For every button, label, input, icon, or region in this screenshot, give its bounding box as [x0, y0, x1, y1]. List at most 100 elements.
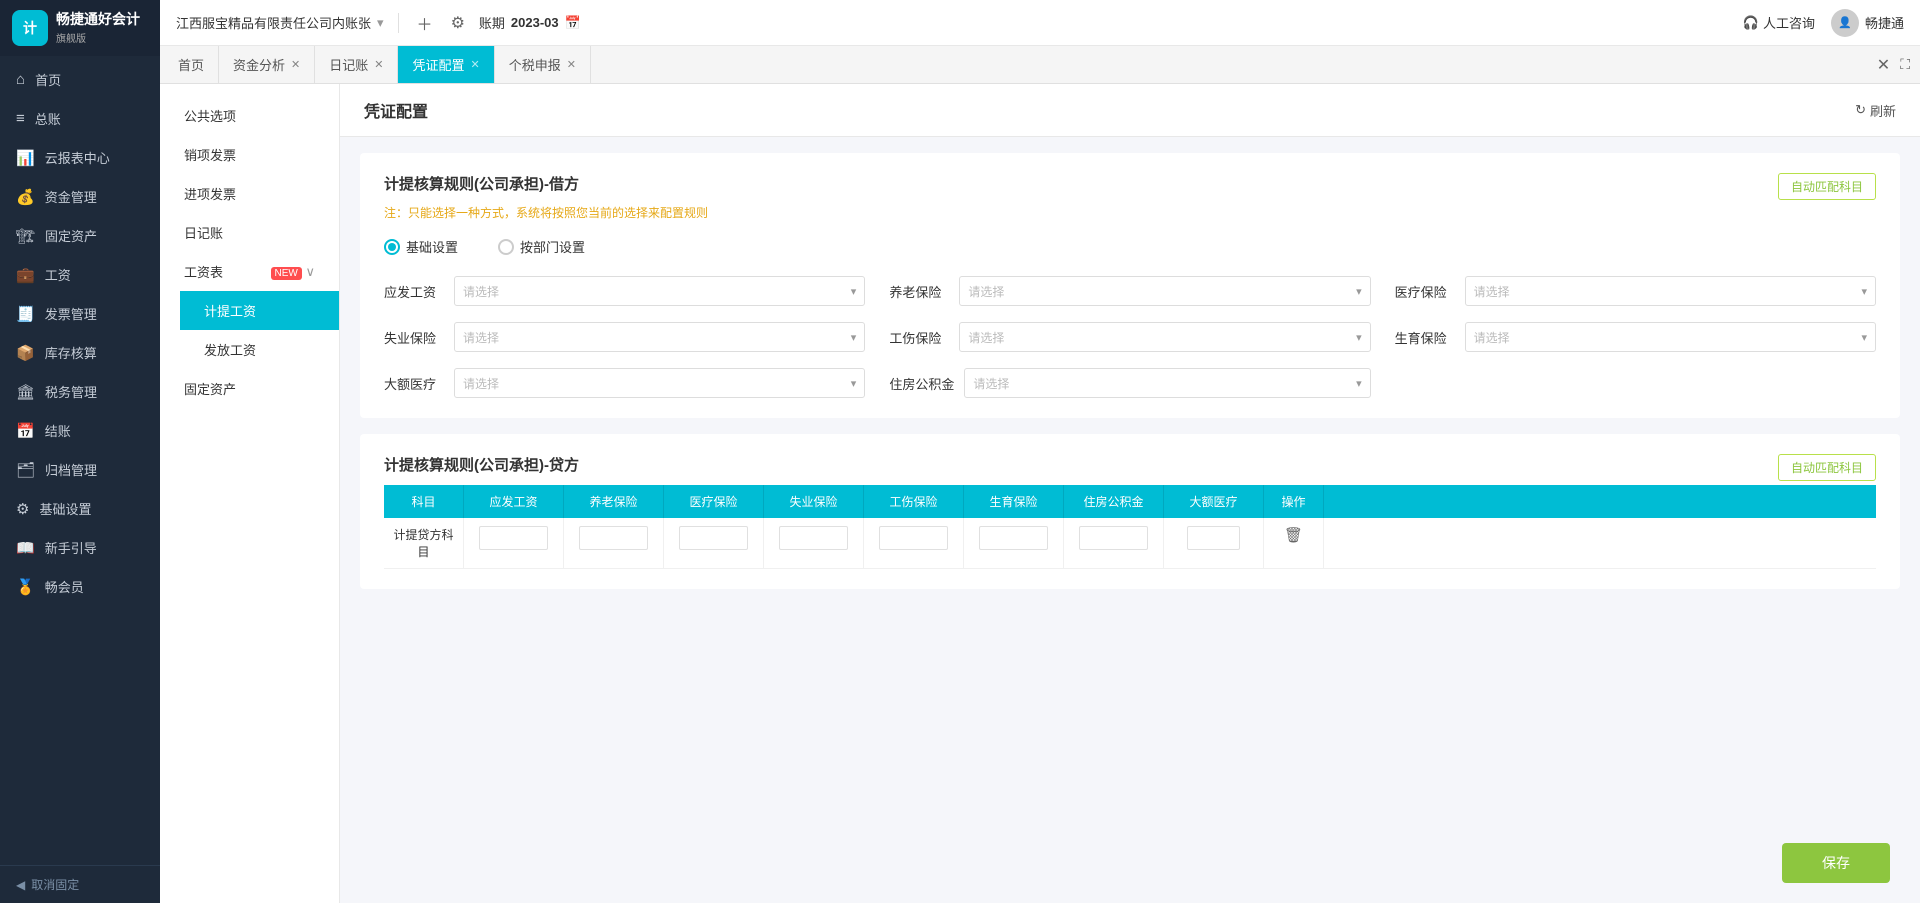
work-injury-placeholder: 请选择 [968, 329, 1004, 346]
user-name: 畅捷通 [1865, 13, 1904, 32]
tab-journal-close[interactable]: ✕ [374, 58, 383, 71]
major-medical-select[interactable]: 请选择 ▾ [454, 368, 865, 398]
radio-basic-settings[interactable]: 基础设置 [384, 237, 458, 256]
company-name: 江西服宝精品有限责任公司内账张 [176, 13, 371, 32]
calendar-icon[interactable]: 📅 [565, 15, 581, 31]
unemployment-label: 失业保险 [384, 328, 444, 347]
left-menu-item-payout[interactable]: 发放工资 [180, 330, 339, 369]
logo-icon: 计 [12, 10, 48, 46]
pension-label: 养老保险 [889, 282, 949, 301]
cell-housing-fund-input[interactable] [1079, 526, 1149, 550]
row-cell-housing-fund [1064, 518, 1164, 568]
row-cell-medical [664, 518, 764, 568]
tab-tax-report[interactable]: 个税申报 ✕ [495, 46, 591, 83]
left-menu-group-wage[interactable]: 工资表 NEW ∨ [160, 252, 339, 291]
tab-tax-report-close[interactable]: ✕ [567, 58, 576, 71]
sidebar-item-home[interactable]: ⌂ 首页 [0, 60, 160, 99]
cell-salary-input[interactable] [479, 526, 549, 550]
tab-voucher-config-close[interactable]: ✕ [471, 58, 480, 71]
left-menu-item-fixed-assets[interactable]: 固定资产 [160, 369, 339, 408]
company-selector[interactable]: 江西服宝精品有限责任公司内账张 ▾ [176, 13, 384, 32]
sidebar-item-fixed[interactable]: 🏗 固定资产 [0, 216, 160, 255]
debit-form-grid: 应发工资 请选择 ▾ 养老保险 请选择 ▾ 医疗 [384, 276, 1876, 398]
medical-arrow: ▾ [1861, 285, 1867, 298]
sidebar-item-archive[interactable]: 🗂 归档管理 [0, 450, 160, 489]
left-menu-item-public[interactable]: 公共选项 [160, 96, 339, 135]
tab-fund-analysis-close[interactable]: ✕ [291, 58, 300, 71]
sidebar-item-invoice[interactable]: 🧾 发票管理 [0, 294, 160, 333]
sidebar-nav: ⌂ 首页 ≡ 总账 📊 云报表中心 💰 资金管理 🏗 固定资产 💼 工资 🧾 发… [0, 56, 160, 865]
add-company-button[interactable]: ＋ [413, 7, 437, 39]
sidebar-item-guide[interactable]: 📖 新手引导 [0, 528, 160, 567]
cell-work-injury-input[interactable] [879, 526, 949, 550]
cancel-pin-label: 取消固定 [31, 876, 79, 893]
sidebar-item-member[interactable]: 🏅 畅会员 [0, 567, 160, 606]
sidebar-item-fund[interactable]: 💰 资金管理 [0, 177, 160, 216]
wage-icon: 💼 [16, 266, 35, 284]
cancel-pin-icon: ◀ [16, 878, 25, 892]
left-menu-item-accrual[interactable]: 计提工资 [180, 291, 339, 330]
unemployment-placeholder: 请选择 [463, 329, 499, 346]
pension-select[interactable]: 请选择 ▾ [959, 276, 1370, 306]
sidebar-item-tax[interactable]: 🏛 税务管理 [0, 372, 160, 411]
support-button[interactable]: 🎧 人工咨询 [1743, 13, 1815, 32]
left-menu-item-purchase-invoice[interactable]: 进项发票 [160, 174, 339, 213]
radio-dept-label: 按部门设置 [520, 237, 585, 256]
cancel-pin-button[interactable]: ◀ 取消固定 [0, 865, 160, 903]
settings-gear-icon[interactable]: ⚙ [447, 9, 469, 37]
refresh-button[interactable]: ↻ 刷新 [1855, 101, 1896, 120]
cell-medical-input[interactable] [679, 526, 749, 550]
work-injury-select[interactable]: 请选择 ▾ [959, 322, 1370, 352]
maternity-select[interactable]: 请选择 ▾ [1465, 322, 1876, 352]
wage-group-label: 工资表 [184, 262, 223, 281]
credit-auto-match-button[interactable]: 自动匹配科目 [1778, 454, 1876, 481]
close-icon: 📅 [16, 422, 35, 440]
housing-fund-select[interactable]: 请选择 ▾ [964, 368, 1370, 398]
expand-tab-icon[interactable]: ⛶ [1900, 56, 1910, 73]
tab-journal[interactable]: 日记账 ✕ [315, 46, 398, 83]
sidebar-item-wage[interactable]: 💼 工资 [0, 255, 160, 294]
topbar-right: 🎧 人工咨询 👤 畅捷通 [1743, 9, 1904, 37]
unemployment-select[interactable]: 请选择 ▾ [454, 322, 865, 352]
col-operation: 操作 [1264, 485, 1324, 518]
field-major-medical: 大额医疗 请选择 ▾ [384, 368, 865, 398]
sidebar-item-stock[interactable]: 📦 库存核算 [0, 333, 160, 372]
tab-fund-analysis[interactable]: 资金分析 ✕ [219, 46, 315, 83]
salary-select[interactable]: 请选择 ▾ [454, 276, 865, 306]
radio-dept-settings[interactable]: 按部门设置 [498, 237, 585, 256]
user-area[interactable]: 👤 畅捷通 [1831, 9, 1904, 37]
field-housing-fund: 住房公积金 请选择 ▾ [889, 368, 1370, 398]
sidebar-item-report[interactable]: 📊 云报表中心 [0, 138, 160, 177]
stock-icon: 📦 [16, 344, 35, 362]
debit-auto-match-button[interactable]: 自动匹配科目 [1778, 173, 1876, 200]
sidebar-item-archive-label: 归档管理 [45, 460, 97, 479]
sidebar-item-settings[interactable]: ⚙ 基础设置 [0, 489, 160, 528]
main-area: 江西服宝精品有限责任公司内账张 ▾ ＋ ⚙ 账期 2023-03 📅 🎧 人工咨… [160, 0, 1920, 903]
cell-unemployment-input[interactable] [779, 526, 849, 550]
pension-arrow: ▾ [1356, 285, 1362, 298]
sidebar-item-close[interactable]: 📅 结账 [0, 411, 160, 450]
medical-select[interactable]: 请选择 ▾ [1465, 276, 1876, 306]
tab-home[interactable]: 首页 [164, 46, 219, 83]
save-bar: 保存 [1782, 843, 1890, 883]
close-tab-icon[interactable]: ✕ [1877, 55, 1890, 75]
cell-pension-input[interactable] [579, 526, 649, 550]
invoice-icon: 🧾 [16, 305, 35, 323]
tab-home-label: 首页 [178, 55, 204, 74]
home-icon: ⌂ [16, 71, 25, 88]
cell-maternity-input[interactable] [979, 526, 1049, 550]
sidebar-item-ledger[interactable]: ≡ 总账 [0, 99, 160, 138]
left-menu-item-journal[interactable]: 日记账 [160, 213, 339, 252]
save-button[interactable]: 保存 [1782, 843, 1890, 883]
cell-major-medical-input[interactable] [1187, 526, 1239, 550]
row-cell-operation[interactable]: 🗑 [1264, 518, 1324, 568]
debit-section-title: 计提核算规则(公司承担)-借方 [384, 173, 1876, 194]
tab-voucher-config-label: 凭证配置 [412, 55, 464, 74]
tab-voucher-config[interactable]: 凭证配置 ✕ [398, 46, 494, 83]
sidebar-item-settings-label: 基础设置 [39, 499, 91, 518]
new-badge: NEW [271, 267, 302, 280]
work-injury-arrow: ▾ [1356, 331, 1362, 344]
tab-tax-report-label: 个税申报 [509, 55, 561, 74]
sidebar-item-ledger-label: 总账 [35, 109, 61, 128]
left-menu-item-sales-invoice[interactable]: 销项发票 [160, 135, 339, 174]
